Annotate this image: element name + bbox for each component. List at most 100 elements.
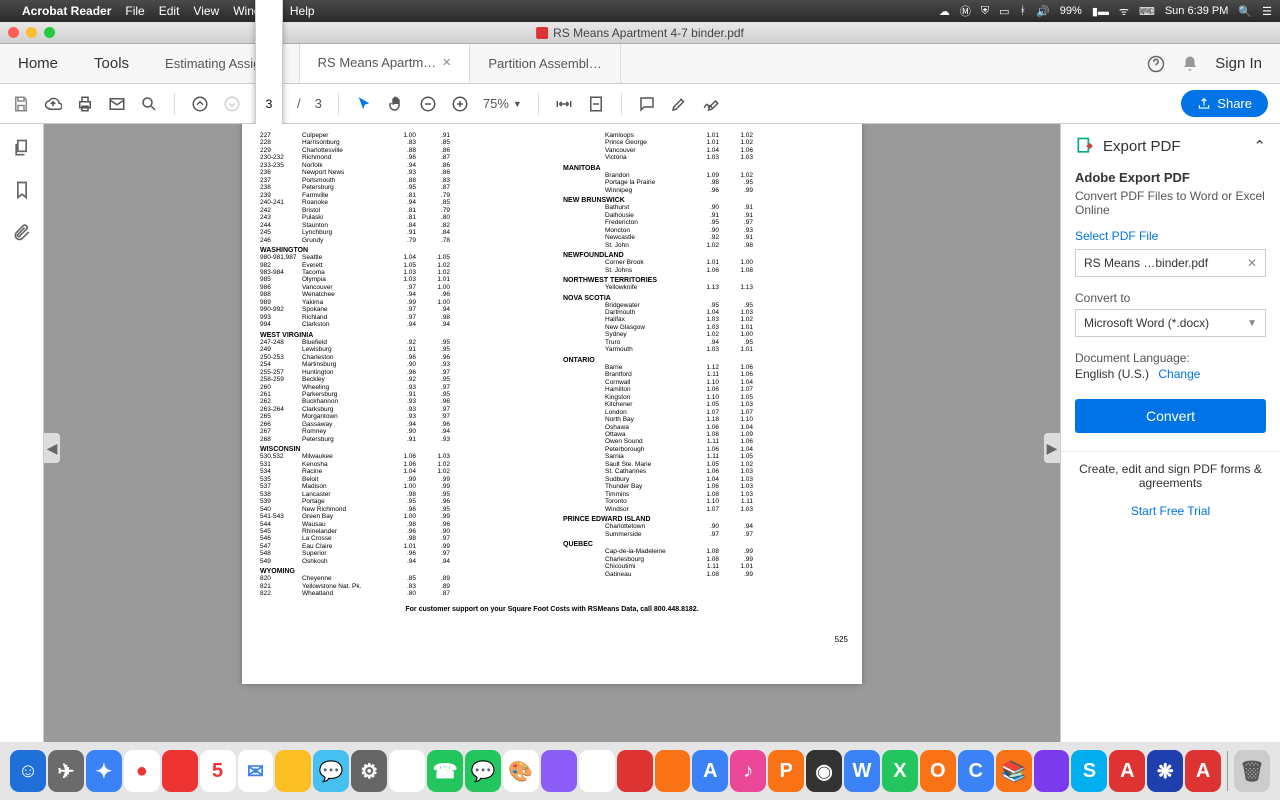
convert-button[interactable]: Convert [1075, 399, 1266, 433]
dock-app-0[interactable]: ☺ [10, 750, 46, 792]
menu-edit[interactable]: Edit [159, 4, 180, 18]
dock-app-3[interactable]: ● [124, 750, 160, 792]
shield-icon[interactable]: ⛨ [981, 5, 989, 18]
dock-app-30[interactable]: ❋ [1147, 750, 1183, 792]
dock-app-31[interactable]: A [1185, 750, 1221, 792]
dock-app-23[interactable]: X [882, 750, 918, 792]
dock-app-28[interactable]: S [1071, 750, 1107, 792]
dock-app-29[interactable]: A [1109, 750, 1145, 792]
thumbnails-icon[interactable] [12, 138, 32, 158]
display-icon[interactable]: ▭ [999, 5, 1009, 18]
dock: ☺✈✦●5✉💬⚙☎💬🎨A♪P◉WXOC📚SA❋A🗑 [0, 742, 1280, 800]
hand-icon[interactable] [387, 95, 405, 113]
clock[interactable]: Sun 6:39 PM [1165, 5, 1229, 17]
document-area[interactable]: ◀ 227Culpeper1.00.91228Harrisonburg.83.8… [44, 124, 1060, 742]
dock-app-9[interactable]: ⚙ [351, 750, 387, 792]
dock-app-15[interactable] [579, 750, 615, 792]
search-icon[interactable] [140, 95, 158, 113]
battery-icon[interactable]: ▮▬ [1092, 5, 1109, 18]
fit-width-icon[interactable] [555, 95, 573, 113]
dock-app-24[interactable]: O [920, 750, 956, 792]
close-tab-icon[interactable]: ✕ [442, 56, 451, 69]
print-icon[interactable] [76, 95, 94, 113]
cloud-upload-icon[interactable] [44, 95, 62, 113]
dock-app-14[interactable] [541, 750, 577, 792]
dock-app-6[interactable]: ✉ [238, 750, 274, 792]
window-close[interactable] [8, 27, 19, 38]
dock-app-32[interactable]: 🗑 [1234, 750, 1270, 792]
pointer-icon[interactable] [355, 95, 373, 113]
spotlight-icon[interactable]: 🔍 [1238, 5, 1252, 18]
wifi-icon[interactable]: ᯤ [1119, 4, 1129, 19]
export-heading: Adobe Export PDF [1075, 170, 1266, 185]
zoom-in-icon[interactable] [451, 95, 469, 113]
remove-file-icon[interactable]: ✕ [1247, 256, 1257, 270]
page-total: 3 [315, 96, 322, 111]
next-page-arrow[interactable]: ▶ [1044, 433, 1060, 463]
page-footer: For customer support on your Square Foot… [260, 606, 844, 613]
dock-app-17[interactable] [655, 750, 691, 792]
dock-app-27[interactable] [1034, 750, 1070, 792]
dock-app-21[interactable]: ◉ [806, 750, 842, 792]
volume-icon[interactable]: 🔊 [1036, 5, 1050, 18]
home-button[interactable]: Home [0, 44, 76, 83]
bluetooth-icon[interactable]: ᚼ [1019, 5, 1026, 17]
dock-app-16[interactable] [617, 750, 653, 792]
dock-app-19[interactable]: ♪ [730, 750, 766, 792]
dock-app-2[interactable]: ✦ [86, 750, 122, 792]
sign-icon[interactable] [702, 95, 720, 113]
page-sep: / [297, 96, 301, 111]
menu-icon[interactable]: ☰ [1262, 5, 1272, 18]
format-select[interactable]: Microsoft Word (*.docx)▼ [1075, 309, 1266, 337]
highlight-icon[interactable] [670, 95, 688, 113]
email-icon[interactable] [108, 95, 126, 113]
prev-page-arrow[interactable]: ◀ [44, 433, 60, 463]
select-file-link[interactable]: Select PDF File [1075, 229, 1266, 243]
dock-app-26[interactable]: 📚 [996, 750, 1032, 792]
menubar-app-name[interactable]: Acrobat Reader [22, 4, 111, 18]
dock-app-25[interactable]: C [958, 750, 994, 792]
menu-view[interactable]: View [193, 4, 219, 18]
change-lang-link[interactable]: Change [1158, 367, 1200, 381]
m-icon[interactable]: Ⓜ [960, 3, 971, 19]
menu-file[interactable]: File [125, 4, 144, 18]
dock-app-7[interactable] [275, 750, 311, 792]
cloud-icon[interactable]: ☁ [939, 5, 950, 18]
bell-icon[interactable] [1181, 55, 1199, 73]
dock-app-1[interactable]: ✈ [48, 750, 84, 792]
doc-tab-2[interactable]: Partition Assembl… [470, 44, 620, 83]
dock-app-11[interactable]: ☎ [427, 750, 463, 792]
comment-icon[interactable] [638, 95, 656, 113]
fit-page-icon[interactable] [587, 95, 605, 113]
dock-app-13[interactable]: 🎨 [503, 750, 539, 792]
help-icon[interactable] [1147, 55, 1165, 73]
tools-button[interactable]: Tools [76, 44, 147, 83]
dock-app-5[interactable]: 5 [200, 750, 236, 792]
dock-app-12[interactable]: 💬 [465, 750, 501, 792]
doc-tab-1[interactable]: RS Means Apartm…✕ [300, 44, 471, 83]
collapse-icon[interactable]: ⌃ [1253, 137, 1266, 155]
save-icon[interactable] [12, 95, 30, 113]
share-button[interactable]: Share [1181, 90, 1268, 117]
dock-app-4[interactable] [162, 750, 198, 792]
zoom-select[interactable]: 75% ▼ [483, 96, 522, 111]
window-zoom[interactable] [44, 27, 55, 38]
dock-app-18[interactable]: A [692, 750, 728, 792]
export-pdf-icon [1075, 136, 1095, 156]
dock-app-10[interactable] [389, 750, 425, 792]
page-up-icon[interactable] [191, 95, 209, 113]
sign-in-button[interactable]: Sign In [1215, 55, 1262, 72]
page-down-icon[interactable] [223, 95, 241, 113]
input-icon[interactable]: ⌨ [1139, 5, 1155, 18]
top-row: Home Tools Estimating Assign…RS Means Ap… [0, 44, 1280, 84]
attachment-icon[interactable] [12, 222, 32, 242]
dock-app-20[interactable]: P [768, 750, 804, 792]
start-trial-link[interactable]: Start Free Trial [1075, 504, 1266, 518]
dock-app-22[interactable]: W [844, 750, 880, 792]
dock-app-8[interactable]: 💬 [313, 750, 349, 792]
right-panel: Export PDF ⌃ Adobe Export PDF Convert PD… [1060, 124, 1280, 742]
menu-help[interactable]: Help [290, 4, 315, 18]
bookmark-icon[interactable] [12, 180, 32, 200]
window-minimize[interactable] [26, 27, 37, 38]
zoom-out-icon[interactable] [419, 95, 437, 113]
